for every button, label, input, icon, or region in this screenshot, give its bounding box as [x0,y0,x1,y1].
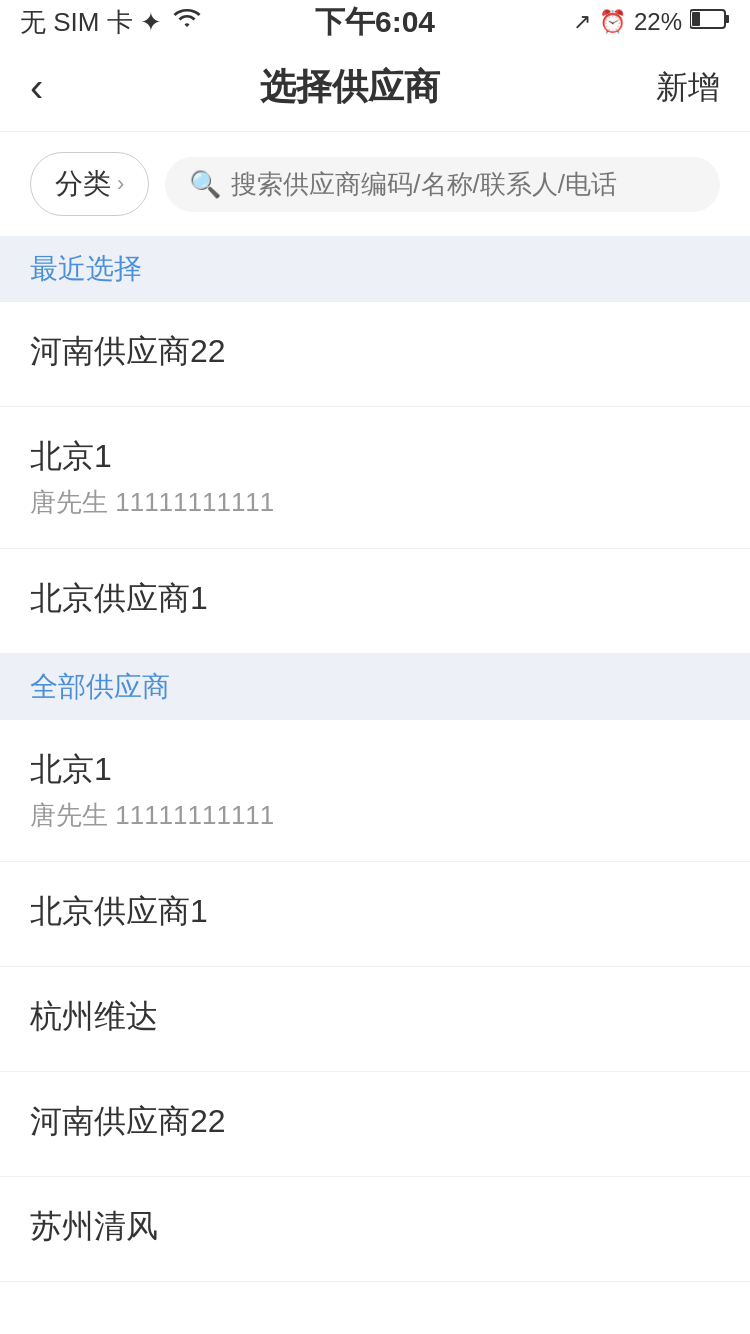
all-items-list: 北京1 唐先生 11111111111 北京供应商1 杭州维达河南供应商22 苏州清风 [0,720,750,1282]
sim-status: 无 SIM 卡 ✦ [20,5,162,40]
item-name: 河南供应商22 [30,330,720,374]
recent-items-list: 河南供应商22 北京1 唐先生 11111111111 北京供应商1 [0,302,750,654]
nav-bar: ‹ 选择供应商 新增 [0,44,750,132]
item-name: 杭州维达 [30,995,720,1039]
all-section-label: 全部供应商 [30,671,170,702]
status-left: 无 SIM 卡 ✦ [20,5,202,40]
page-title: 选择供应商 [260,63,440,112]
all-section-header: 全部供应商 [0,654,750,720]
item-sub: 唐先生 11111111111 [30,798,720,833]
item-name: 北京供应商1 [30,890,720,934]
list-item[interactable]: 北京供应商1 [0,549,750,654]
wifi-icon [172,7,202,38]
category-label: 分类 [55,165,111,203]
list-item[interactable]: 杭州维达 [0,967,750,1072]
svg-rect-1 [725,15,729,23]
recent-section-header: 最近选择 [0,236,750,302]
chevron-right-icon: › [117,171,124,197]
item-sub: 唐先生 11111111111 [30,485,720,520]
alarm-icon: ⏰ [599,9,626,35]
list-item[interactable]: 北京1 唐先生 11111111111 [0,407,750,549]
category-button[interactable]: 分类 › [30,152,149,216]
item-name: 苏州清风 [30,1205,720,1249]
list-item[interactable]: 河南供应商22 [0,302,750,407]
status-time: 下午6:04 [315,2,435,43]
list-item[interactable]: 河南供应商22 [0,1072,750,1177]
search-icon: 🔍 [189,169,221,200]
add-button[interactable]: 新增 [656,66,720,110]
search-input[interactable] [231,169,696,200]
item-name: 北京1 [30,748,720,792]
item-name: 北京供应商1 [30,577,720,621]
list-item[interactable]: 北京供应商1 [0,862,750,967]
item-name: 河南供应商22 [30,1100,720,1144]
battery-icon [690,8,730,36]
battery-level: 22% [634,8,682,36]
svg-rect-2 [692,12,700,26]
recent-section-label: 最近选择 [30,253,142,284]
back-button[interactable]: ‹ [30,65,43,110]
list-item[interactable]: 北京1 唐先生 11111111111 [0,720,750,862]
status-bar: 无 SIM 卡 ✦ 下午6:04 ↗ ⏰ 22% [0,0,750,44]
list-item[interactable]: 苏州清风 [0,1177,750,1282]
search-input-wrap[interactable]: 🔍 [165,157,720,212]
status-right: ↗ ⏰ 22% [573,8,730,36]
location-icon: ↗ [573,9,591,35]
item-name: 北京1 [30,435,720,479]
filter-bar: 分类 › 🔍 [0,132,750,236]
